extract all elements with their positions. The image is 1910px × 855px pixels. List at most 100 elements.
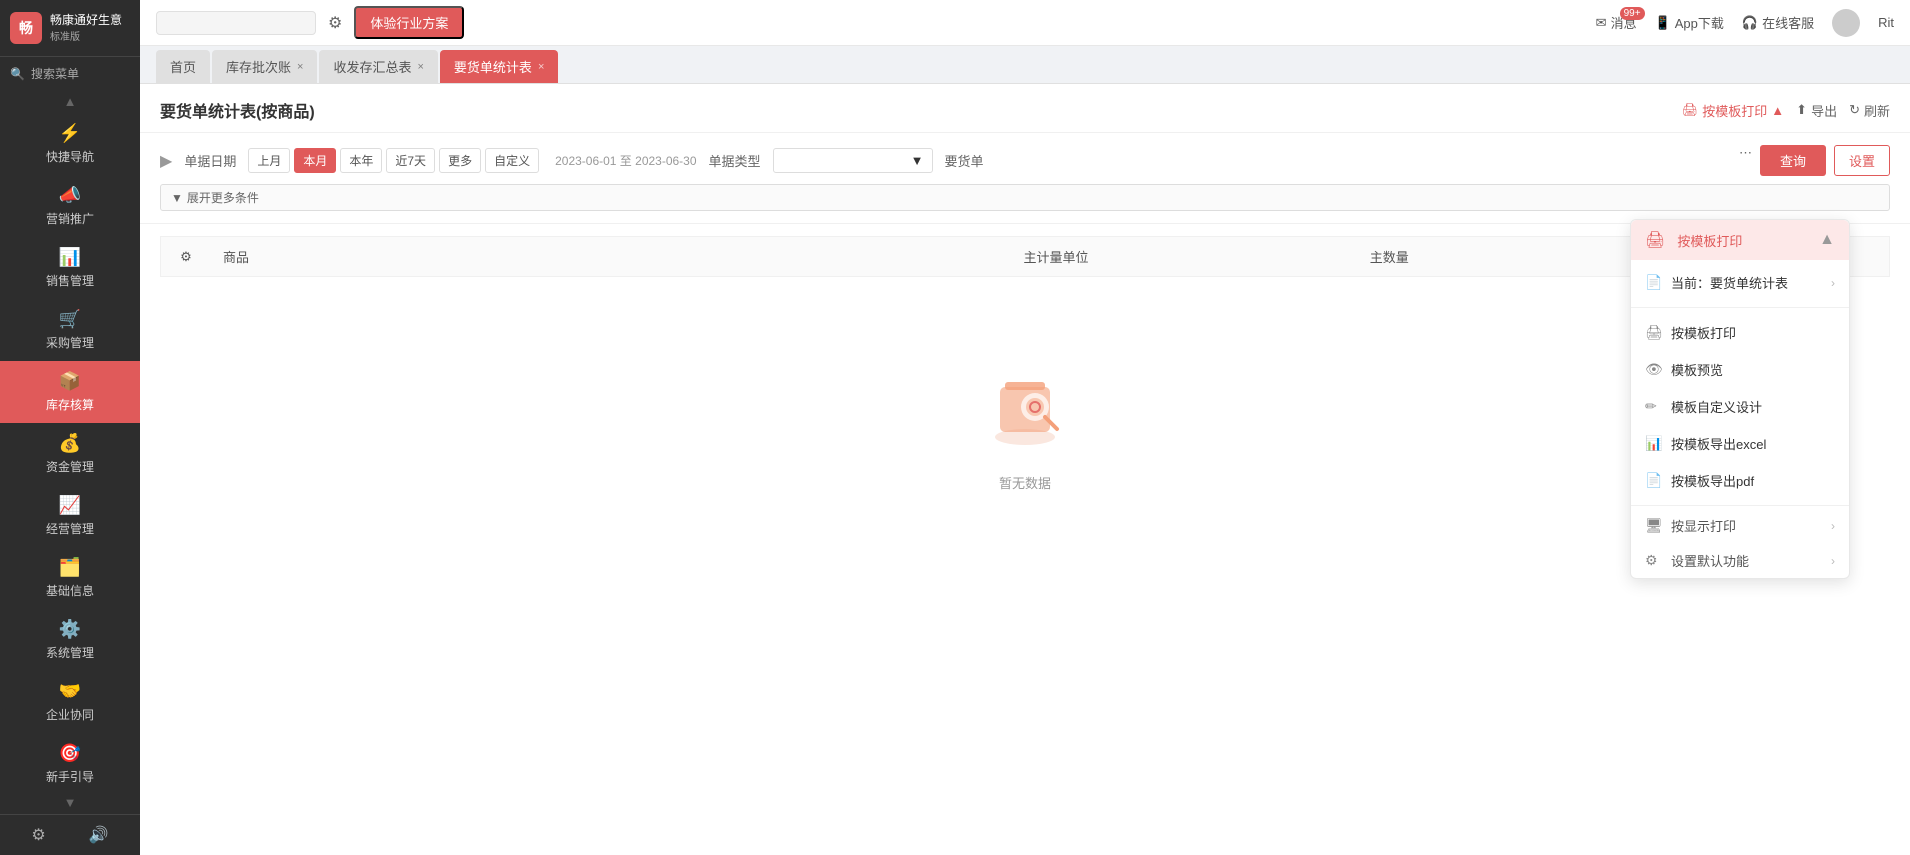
sidebar-item-operation[interactable]: 📈 经营管理 xyxy=(0,485,140,547)
filter-area: ▶ 单据日期 上月本月本年近7天更多自定义 2023-06-01 至 2023-… xyxy=(140,133,1910,224)
tab-order-stats[interactable]: 要货单统计表× xyxy=(440,50,558,83)
system-icon: ⚙️ xyxy=(59,619,81,640)
purchase-icon: 🛒 xyxy=(59,309,81,330)
col-product: 商品 xyxy=(211,247,889,266)
default-func-item[interactable]: ⚙ 设置默认功能 › xyxy=(1631,543,1849,578)
date-btn-more[interactable]: 更多 xyxy=(439,148,481,173)
app-download-button[interactable]: 📱 App下载 xyxy=(1655,13,1724,32)
chevron-right-icon: › xyxy=(1831,276,1835,290)
tabbar: 首页库存批次账×收发存汇总表×要货单统计表× xyxy=(140,46,1910,84)
sidebar-item-finance[interactable]: 💰 资金管理 xyxy=(0,423,140,485)
chevron-right-icon-3: › xyxy=(1831,554,1835,568)
online-service-button[interactable]: 🎧 在线客服 xyxy=(1742,13,1814,32)
dropdown-item-template-pdf[interactable]: 📄 按模板导出pdf xyxy=(1631,462,1849,499)
dropdown-item-label: 模板预览 xyxy=(1671,360,1723,379)
settings-icon[interactable]: ⚙ xyxy=(31,825,45,845)
scroll-down[interactable]: ▼ xyxy=(0,791,140,814)
tab-receipts-summary[interactable]: 收发存汇总表 × xyxy=(319,50,437,83)
date-btn-week7[interactable]: 近7天 xyxy=(386,148,435,173)
template-preview-icon: 👁 xyxy=(1645,361,1661,378)
page-title: 要货单统计表(按商品) xyxy=(160,98,315,122)
message-button[interactable]: ✉ 消息 99+ xyxy=(1596,13,1637,32)
divider-2 xyxy=(1631,505,1849,506)
col-settings[interactable]: ⚙ xyxy=(161,249,211,265)
date-btn-prev[interactable]: 上月 xyxy=(248,148,290,173)
topbar-right: ✉ 消息 99+ 📱 App下载 🎧 在线客服 Rit xyxy=(1596,9,1894,37)
dropdown-close-icon[interactable]: ▲ xyxy=(1819,231,1835,249)
expand-button[interactable]: ▼ 展开更多条件 xyxy=(160,184,1890,211)
tab-batch-account[interactable]: 库存批次账× xyxy=(212,50,317,83)
sidebar-item-label: 营销推广 xyxy=(46,210,94,227)
sidebar-item-system[interactable]: ⚙️ 系统管理 xyxy=(0,609,140,671)
message-badge: 99+ xyxy=(1620,7,1645,20)
print-label: 按模板打印 xyxy=(1702,101,1767,120)
date-btn-curr[interactable]: 本月 xyxy=(294,148,336,173)
tab-home[interactable]: 首页 xyxy=(156,50,210,83)
query-button[interactable]: 查询 xyxy=(1760,145,1826,176)
avatar[interactable] xyxy=(1832,9,1860,37)
more-options-icon[interactable]: ⋯ xyxy=(1739,145,1752,176)
page-actions: 🖨 按模板打印 ▲ ⬆ 导出 ↻ 刷新 xyxy=(1682,101,1890,120)
expand-icon: ▼ xyxy=(171,191,183,205)
gear-icon[interactable]: ⚙ xyxy=(328,13,342,33)
app-download-label: App下载 xyxy=(1675,13,1724,32)
sidebar-item-purchase[interactable]: 🛒 采购管理 xyxy=(0,299,140,361)
sidebar-item-label: 经营管理 xyxy=(46,520,94,537)
print-dropdown: 🖨 按模板打印 ▲ 📄 当前：要货单统计表 › 🖨 按模板打印👁 模板预览✏ 模… xyxy=(1630,219,1850,579)
dropdown-header: 🖨 按模板打印 ▲ xyxy=(1631,220,1849,260)
phone-icon: 📱 xyxy=(1655,15,1671,31)
template-print-icon: 🖨 xyxy=(1645,324,1661,341)
promo-button[interactable]: 体验行业方案 xyxy=(354,6,464,39)
sidebar-item-label: 资金管理 xyxy=(46,458,94,475)
sidebar-item-label: 采购管理 xyxy=(46,334,94,351)
sidebar-item-label: 库存核算 xyxy=(46,396,94,413)
settings-button[interactable]: 设置 xyxy=(1834,145,1890,176)
dropdown-item-label: 按模板打印 xyxy=(1671,323,1736,342)
scroll-up[interactable]: ▲ xyxy=(0,90,140,113)
filter-toggle-icon[interactable]: ▶ xyxy=(160,151,172,171)
tab-close-batch-account[interactable]: × xyxy=(297,61,303,73)
empty-text: 暂无数据 xyxy=(999,473,1051,492)
sidebar-item-sales[interactable]: 📊 销售管理 xyxy=(0,237,140,299)
sidebar-item-quick-nav[interactable]: ⚡ 快捷导航 xyxy=(0,113,140,175)
sidebar-item-label: 快捷导航 xyxy=(46,148,94,165)
finance-icon: 💰 xyxy=(59,433,81,454)
sidebar-item-base[interactable]: 🗂️ 基础信息 xyxy=(0,547,140,609)
dropdown-item-template-design[interactable]: ✏ 模板自定义设计 xyxy=(1631,388,1849,425)
sidebar-search[interactable]: 🔍 搜索菜单 xyxy=(0,57,140,90)
sales-icon: 📊 xyxy=(59,247,81,268)
date-btn-custom[interactable]: 自定义 xyxy=(485,148,539,173)
content-area: 要货单统计表(按商品) 🖨 按模板打印 ▲ ⬆ 导出 ↻ 刷新 xyxy=(140,84,1910,855)
online-service-label: 在线客服 xyxy=(1762,13,1814,32)
dropdown-item-template-print[interactable]: 🖨 按模板打印 xyxy=(1631,314,1849,351)
dropdown-header-label: 按模板打印 xyxy=(1677,231,1742,250)
dropdown-current[interactable]: 📄 当前：要货单统计表 › xyxy=(1631,264,1849,301)
sidebar-item-guide[interactable]: 🎯 新手引导 xyxy=(0,733,140,791)
dropdown-item-template-preview[interactable]: 👁 模板预览 xyxy=(1631,351,1849,388)
tab-close-receipts-summary[interactable]: × xyxy=(417,61,423,73)
display-print-item[interactable]: 🖥 按显示打印 › xyxy=(1631,508,1849,543)
sidebar-item-collab[interactable]: 🤝 企业协同 xyxy=(0,671,140,733)
tab-close-order-stats[interactable]: × xyxy=(538,61,544,73)
sidebar-nav: ⚡ 快捷导航📣 营销推广📊 销售管理🛒 采购管理📦 库存核算💰 资金管理📈 经营… xyxy=(0,113,140,791)
sidebar-item-marketing[interactable]: 📣 营销推广 xyxy=(0,175,140,237)
print-button[interactable]: 🖨 按模板打印 ▲ xyxy=(1682,101,1784,120)
refresh-button[interactable]: ↻ 刷新 xyxy=(1849,101,1890,120)
sound-icon[interactable]: 🔊 xyxy=(89,825,109,845)
current-template-label: 当前：要货单统计表 xyxy=(1671,273,1788,292)
date-btn-year[interactable]: 本年 xyxy=(340,148,382,173)
sidebar-item-label: 企业协同 xyxy=(46,706,94,723)
sidebar-item-inventory[interactable]: 📦 库存核算 xyxy=(0,361,140,423)
display-print-icon: 🖥 xyxy=(1645,517,1661,534)
export-button[interactable]: ⬆ 导出 xyxy=(1796,101,1837,120)
divider-1 xyxy=(1631,307,1849,308)
order-type-select[interactable]: ▼ xyxy=(773,148,933,173)
base-icon: 🗂️ xyxy=(59,557,81,578)
tab-label: 收发存汇总表 xyxy=(333,57,411,76)
dropdown-section-items: 🖨 按模板打印👁 模板预览✏ 模板自定义设计📊 按模板导出excel📄 按模板导… xyxy=(1631,310,1849,503)
order-goods-label: 要货单 xyxy=(945,151,984,170)
sidebar-item-label: 基础信息 xyxy=(46,582,94,599)
search-input[interactable] xyxy=(156,11,316,35)
sidebar-item-label: 销售管理 xyxy=(46,272,94,289)
dropdown-item-template-excel[interactable]: 📊 按模板导出excel xyxy=(1631,425,1849,462)
